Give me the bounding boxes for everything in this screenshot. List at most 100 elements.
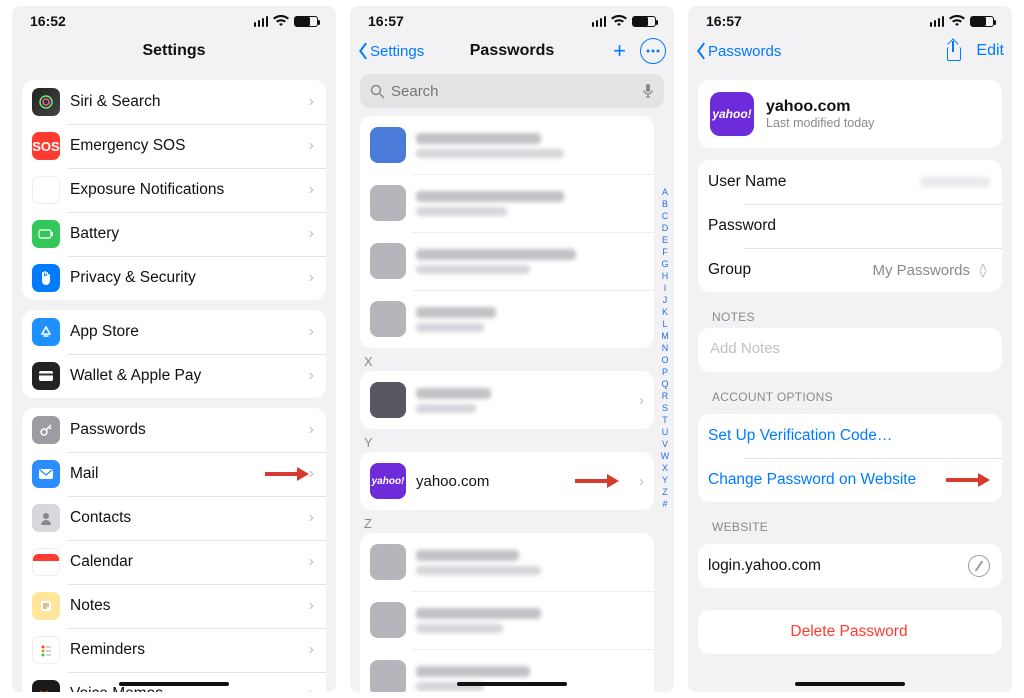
password-row-yahoo[interactable]: yahoo! yahoo.com › xyxy=(360,452,654,510)
index-letter[interactable]: U xyxy=(658,426,672,438)
add-button[interactable]: + xyxy=(613,40,626,62)
notes-field[interactable]: Add Notes xyxy=(698,328,1002,372)
index-letter[interactable]: J xyxy=(658,294,672,306)
home-indicator[interactable] xyxy=(119,682,229,686)
settings-group: App Store › Wallet & Apple Pay › xyxy=(22,310,326,398)
home-indicator[interactable] xyxy=(795,682,905,686)
signal-icon xyxy=(592,16,607,27)
password-detail-content[interactable]: yahoo! yahoo.com Last modified today Use… xyxy=(688,70,1012,692)
index-letter[interactable]: I xyxy=(658,282,672,294)
index-letter[interactable]: Y xyxy=(658,474,672,486)
row-notes[interactable]: Notes › xyxy=(22,584,326,628)
index-letter[interactable]: S xyxy=(658,402,672,414)
chevron-right-icon: › xyxy=(639,473,644,490)
password-row-blurred[interactable] xyxy=(360,533,654,591)
row-mail[interactable]: Mail › xyxy=(22,452,326,496)
row-reminders[interactable]: Reminders › xyxy=(22,628,326,672)
share-button[interactable] xyxy=(944,41,962,61)
chevron-right-icon: › xyxy=(309,509,314,527)
row-battery[interactable]: Battery › xyxy=(22,212,326,256)
settings-content[interactable]: Siri & Search › SOS Emergency SOS › ◉ Ex… xyxy=(12,70,336,692)
field-label: User Name xyxy=(708,173,920,191)
field-label: Password xyxy=(708,217,990,235)
status-icons xyxy=(254,15,319,27)
index-letter[interactable]: O xyxy=(658,354,672,366)
mic-icon[interactable] xyxy=(642,83,654,99)
row-passwords[interactable]: Passwords › xyxy=(22,408,326,452)
password-row-blurred[interactable] xyxy=(360,290,654,348)
row-privacy-security[interactable]: Privacy & Security › xyxy=(22,256,326,300)
chevron-right-icon: › xyxy=(309,597,314,615)
index-letter[interactable]: M xyxy=(658,330,672,342)
password-row-blurred[interactable] xyxy=(360,591,654,649)
row-wallet-apple-pay[interactable]: Wallet & Apple Pay › xyxy=(22,354,326,398)
index-letter[interactable]: F xyxy=(658,246,672,258)
index-letter[interactable]: D xyxy=(658,222,672,234)
row-exposure-notifications[interactable]: ◉ Exposure Notifications › xyxy=(22,168,326,212)
index-letter[interactable]: P xyxy=(658,366,672,378)
index-letter[interactable]: A xyxy=(658,186,672,198)
delete-password-button[interactable]: Delete Password xyxy=(698,610,1002,654)
row-website[interactable]: login.yahoo.com xyxy=(698,544,1002,588)
index-letter[interactable]: N xyxy=(658,342,672,354)
password-row-blurred[interactable] xyxy=(360,232,654,290)
row-label: Reminders xyxy=(70,641,309,659)
safari-icon[interactable] xyxy=(968,555,990,577)
settings-group: Siri & Search › SOS Emergency SOS › ◉ Ex… xyxy=(22,80,326,300)
index-letter[interactable]: K xyxy=(658,306,672,318)
back-button[interactable]: Settings xyxy=(356,42,424,60)
chevron-right-icon: › xyxy=(309,225,314,243)
password-row-blurred[interactable]: › xyxy=(360,371,654,429)
account-options-section-label: ACCOUNT OPTIONS xyxy=(712,390,988,404)
index-letter[interactable]: H xyxy=(658,270,672,282)
passwords-list[interactable]: X › Y yahoo! yahoo.com › Z xyxy=(350,116,674,692)
row-calendar[interactable]: Calendar › xyxy=(22,540,326,584)
row-group[interactable]: Group My Passwords ˄˅ xyxy=(698,248,1002,292)
index-letter[interactable]: E xyxy=(658,234,672,246)
password-row-blurred[interactable] xyxy=(360,116,654,174)
field-label: Group xyxy=(708,261,872,279)
chevron-right-icon: › xyxy=(309,421,314,439)
index-letter[interactable]: V xyxy=(658,438,672,450)
index-letter[interactable]: R xyxy=(658,390,672,402)
index-letter[interactable]: X xyxy=(658,462,672,474)
index-letter[interactable]: Z xyxy=(658,486,672,498)
chevron-right-icon: › xyxy=(309,93,314,111)
index-letter[interactable]: C xyxy=(658,210,672,222)
row-contacts[interactable]: Contacts › xyxy=(22,496,326,540)
home-indicator[interactable] xyxy=(457,682,567,686)
index-letter[interactable]: G xyxy=(658,258,672,270)
username-value-blurred xyxy=(920,177,990,187)
hand-icon xyxy=(32,264,60,292)
row-emergency-sos[interactable]: SOS Emergency SOS › xyxy=(22,124,326,168)
more-button[interactable] xyxy=(640,38,666,64)
index-letter[interactable]: B xyxy=(658,198,672,210)
annotation-arrow xyxy=(575,474,619,488)
voice-memos-icon xyxy=(32,680,60,692)
search-input[interactable] xyxy=(391,83,636,100)
index-letter[interactable]: T xyxy=(658,414,672,426)
index-letter[interactable]: Q xyxy=(658,378,672,390)
row-app-store[interactable]: App Store › xyxy=(22,310,326,354)
row-label: Emergency SOS xyxy=(70,137,309,155)
wifi-icon xyxy=(611,15,627,27)
row-password[interactable]: Password xyxy=(698,204,1002,248)
password-row-blurred[interactable] xyxy=(360,174,654,232)
row-username[interactable]: User Name xyxy=(698,160,1002,204)
website-section-label: WEBSITE xyxy=(712,520,988,534)
row-label: Exposure Notifications xyxy=(70,181,309,199)
nav-actions: + xyxy=(613,38,666,64)
appstore-icon xyxy=(32,318,60,346)
row-siri-search[interactable]: Siri & Search › xyxy=(22,80,326,124)
edit-button[interactable]: Edit xyxy=(976,42,1004,60)
index-letter[interactable]: # xyxy=(658,498,672,510)
row-change-password-on-website[interactable]: Change Password on Website xyxy=(698,458,1002,502)
search-field[interactable] xyxy=(360,74,664,108)
section-index[interactable]: ABCDEFGHIJKLMNOPQRSTUVWXYZ# xyxy=(658,186,672,510)
row-label: App Store xyxy=(70,323,309,341)
index-letter[interactable]: L xyxy=(658,318,672,330)
back-button[interactable]: Passwords xyxy=(694,42,781,60)
row-setup-verification-code[interactable]: Set Up Verification Code… xyxy=(698,414,1002,458)
index-letter[interactable]: W xyxy=(658,450,672,462)
row-label: Passwords xyxy=(70,421,309,439)
